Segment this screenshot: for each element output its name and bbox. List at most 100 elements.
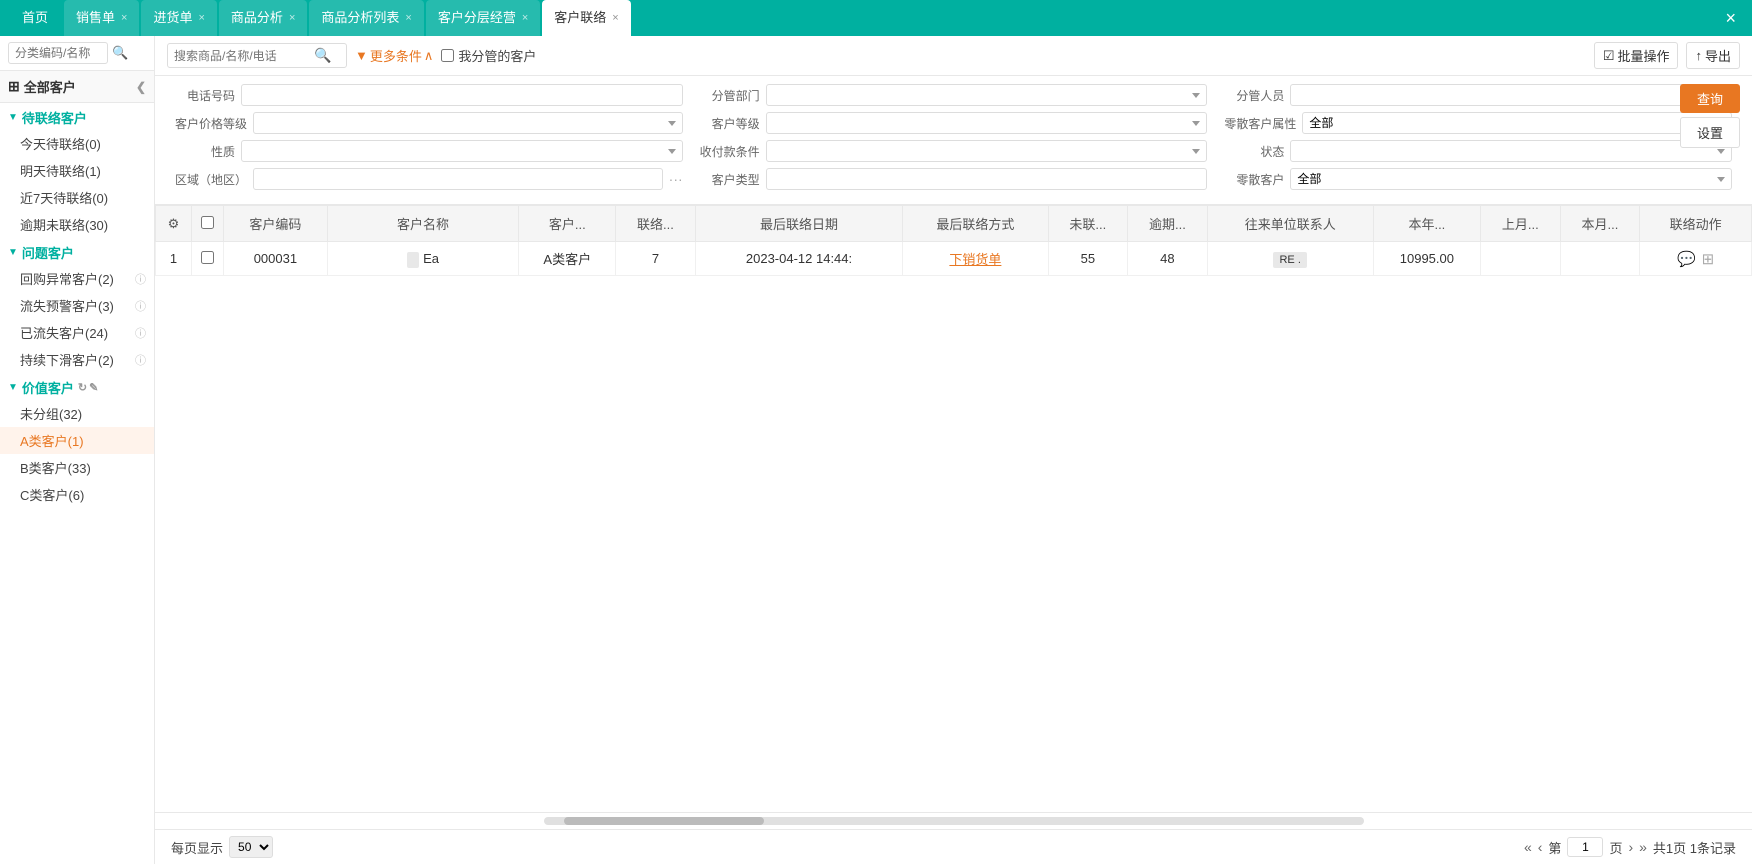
my-customers-checkbox[interactable] bbox=[441, 49, 454, 62]
nature-select[interactable] bbox=[241, 140, 683, 162]
table-row: 1 000031 Ea A类客户 7 2023-04-12 14:44: bbox=[156, 242, 1752, 276]
arrow-icon-3: ▼ bbox=[8, 382, 18, 393]
sidebar-item-b-class[interactable]: B类客户(33) bbox=[0, 454, 154, 481]
sidebar-item-repurchase[interactable]: 回购异常客户(2) ⓘ bbox=[0, 265, 154, 292]
phone-input[interactable] bbox=[241, 84, 683, 106]
qr-icon[interactable]: ⊞ bbox=[1702, 250, 1715, 268]
close-tab-5[interactable]: × bbox=[612, 0, 618, 36]
sidebar-search-input[interactable] bbox=[8, 42, 108, 64]
sidebar-item-ungroup[interactable]: 未分组(32) bbox=[0, 400, 154, 427]
nav-tab-1[interactable]: 进货单 × bbox=[141, 0, 216, 36]
main-search-icon[interactable]: 🔍 bbox=[314, 47, 331, 64]
close-tab-4[interactable]: × bbox=[522, 0, 528, 36]
refresh-icon[interactable]: ↻ bbox=[78, 381, 87, 394]
filter-cell-scatter-cust: 零散客户 全部 bbox=[1216, 168, 1740, 190]
scatter-cust-select[interactable]: 全部 bbox=[1290, 168, 1732, 190]
payment-select[interactable] bbox=[766, 140, 1208, 162]
person-label: 分管人员 bbox=[1224, 87, 1284, 104]
export-icon: ↑ bbox=[1695, 48, 1702, 63]
select-all-checkbox[interactable] bbox=[201, 216, 214, 229]
region-input[interactable] bbox=[253, 168, 663, 190]
pagination-left: 每页显示 50 bbox=[171, 836, 273, 858]
main-search-input[interactable] bbox=[174, 49, 314, 63]
col-checkbox bbox=[192, 206, 224, 242]
page-suffix: 页 bbox=[1609, 838, 1622, 857]
content-area: 🔍 ▼ 更多条件 ∧ 我分管的客户 ☑ 批量操作 ↑ 导出 bbox=[155, 36, 1752, 864]
close-tab-0[interactable]: × bbox=[121, 0, 127, 36]
dept-select[interactable] bbox=[766, 84, 1208, 106]
top-nav: 首页 销售单 × 进货单 × 商品分析 × 商品分析列表 × 客户分层经营 × … bbox=[0, 0, 1752, 36]
sidebar-item-today[interactable]: 今天待联络(0) bbox=[0, 130, 154, 157]
row-checkbox-cell bbox=[192, 242, 224, 276]
first-page-button[interactable]: « bbox=[1524, 839, 1532, 855]
sidebar-item-overdue[interactable]: 逾期未联络(30) bbox=[0, 211, 154, 238]
export-button[interactable]: ↑ 导出 bbox=[1686, 42, 1740, 69]
horizontal-scrollbar[interactable] bbox=[544, 817, 1364, 825]
price-grade-select[interactable] bbox=[253, 112, 683, 134]
sidebar-item-churned[interactable]: 已流失客户(24) ⓘ bbox=[0, 319, 154, 346]
sidebar-item-declining[interactable]: 持续下滑客户(2) ⓘ bbox=[0, 346, 154, 373]
col-last-method: 最后联络方式 bbox=[903, 206, 1048, 242]
scatter-attr-select[interactable]: 全部 bbox=[1302, 112, 1732, 134]
status-label: 状态 bbox=[1224, 143, 1284, 160]
batch-operation-button[interactable]: ☑ 批量操作 bbox=[1594, 42, 1679, 69]
per-page-select[interactable]: 50 bbox=[229, 836, 273, 858]
sidebar-item-7days[interactable]: 近7天待联络(0) bbox=[0, 184, 154, 211]
filter-cell-status: 状态 bbox=[1216, 140, 1740, 162]
sidebar-item-a-class[interactable]: A类客户(1) bbox=[0, 427, 154, 454]
more-conditions-button[interactable]: ▼ 更多条件 ∧ bbox=[355, 46, 433, 65]
filter-cell-cust-type: 客户类型 bbox=[692, 168, 1217, 190]
col-no-contact: 未联... bbox=[1048, 206, 1128, 242]
sidebar-item-churn-warning[interactable]: 流失预警客户(3) ⓘ bbox=[0, 292, 154, 319]
sidebar-search-icon[interactable]: 🔍 bbox=[112, 45, 128, 61]
prev-page-button[interactable]: ‹ bbox=[1538, 839, 1543, 855]
cust-type-input[interactable] bbox=[766, 168, 1208, 190]
row-checkbox[interactable] bbox=[201, 251, 214, 264]
person-input[interactable] bbox=[1290, 84, 1712, 106]
nav-tab-3[interactable]: 商品分析列表 × bbox=[309, 0, 423, 36]
page-input[interactable] bbox=[1567, 837, 1603, 857]
sidebar-section-problem[interactable]: ▼ 问题客户 bbox=[0, 238, 154, 265]
close-tab-3[interactable]: × bbox=[405, 0, 411, 36]
filter-cell-cust-grade: 客户等级 bbox=[692, 112, 1217, 134]
nav-tab-0[interactable]: 销售单 × bbox=[64, 0, 139, 36]
sidebar-item-c-class[interactable]: C类客户(6) bbox=[0, 481, 154, 508]
last-page-button[interactable]: » bbox=[1639, 839, 1647, 855]
col-contact-person: 往来单位联系人 bbox=[1207, 206, 1373, 242]
row-overdue: 48 bbox=[1128, 242, 1208, 276]
per-page-label: 每页显示 bbox=[171, 838, 223, 857]
comment-icon[interactable]: 💬 bbox=[1677, 250, 1696, 268]
sidebar-item-tomorrow[interactable]: 明天待联络(1) bbox=[0, 157, 154, 184]
col-this-year: 本年... bbox=[1373, 206, 1480, 242]
sidebar-section-value[interactable]: ▼ 价值客户 ↻ ✎ bbox=[0, 373, 154, 400]
setting-button[interactable]: 设置 bbox=[1680, 117, 1740, 148]
close-tab-2[interactable]: × bbox=[289, 0, 295, 36]
cust-grade-select[interactable] bbox=[766, 112, 1208, 134]
nav-tab-4[interactable]: 客户分层经营 × bbox=[426, 0, 540, 36]
sidebar-collapse-icon[interactable]: ❮ bbox=[136, 80, 146, 94]
horizontal-scrollbar-thumb[interactable] bbox=[564, 817, 764, 825]
sidebar-header[interactable]: ⊞ 全部客户 ❮ bbox=[0, 71, 154, 103]
next-page-button[interactable]: › bbox=[1628, 839, 1633, 855]
sidebar-section-pending[interactable]: ▼ 待联络客户 bbox=[0, 103, 154, 130]
region-dots-icon[interactable]: ··· bbox=[669, 171, 683, 187]
col-gear[interactable]: ⚙ bbox=[156, 206, 192, 242]
filter-cell-nature: 性质 bbox=[167, 140, 692, 162]
info-icon-4: ⓘ bbox=[135, 352, 146, 368]
chevron-icon: ∧ bbox=[424, 48, 434, 64]
nav-tab-5[interactable]: 客户联络 × bbox=[542, 0, 630, 36]
query-button[interactable]: 查询 bbox=[1680, 84, 1740, 113]
nav-tab-2[interactable]: 商品分析 × bbox=[219, 0, 307, 36]
horizontal-scrollbar-wrap bbox=[155, 812, 1752, 829]
nav-home[interactable]: 首页 bbox=[8, 0, 62, 36]
filter-row-3: 性质 收付款条件 状态 bbox=[167, 140, 1740, 162]
status-select[interactable] bbox=[1290, 140, 1732, 162]
last-method-link[interactable]: 下销货单 bbox=[949, 252, 1001, 267]
filter-cell-phone: 电话号码 bbox=[167, 84, 692, 106]
col-last-month: 上月... bbox=[1481, 206, 1561, 242]
app-close-button[interactable]: × bbox=[1717, 8, 1744, 29]
search-wrap: 🔍 bbox=[167, 43, 347, 68]
sidebar: 🔍 ⊞ 全部客户 ❮ ▼ 待联络客户 今天待联络(0) 明天待联络(1) 近7天… bbox=[0, 36, 155, 864]
edit-icon[interactable]: ✎ bbox=[89, 381, 98, 394]
close-tab-1[interactable]: × bbox=[198, 0, 204, 36]
